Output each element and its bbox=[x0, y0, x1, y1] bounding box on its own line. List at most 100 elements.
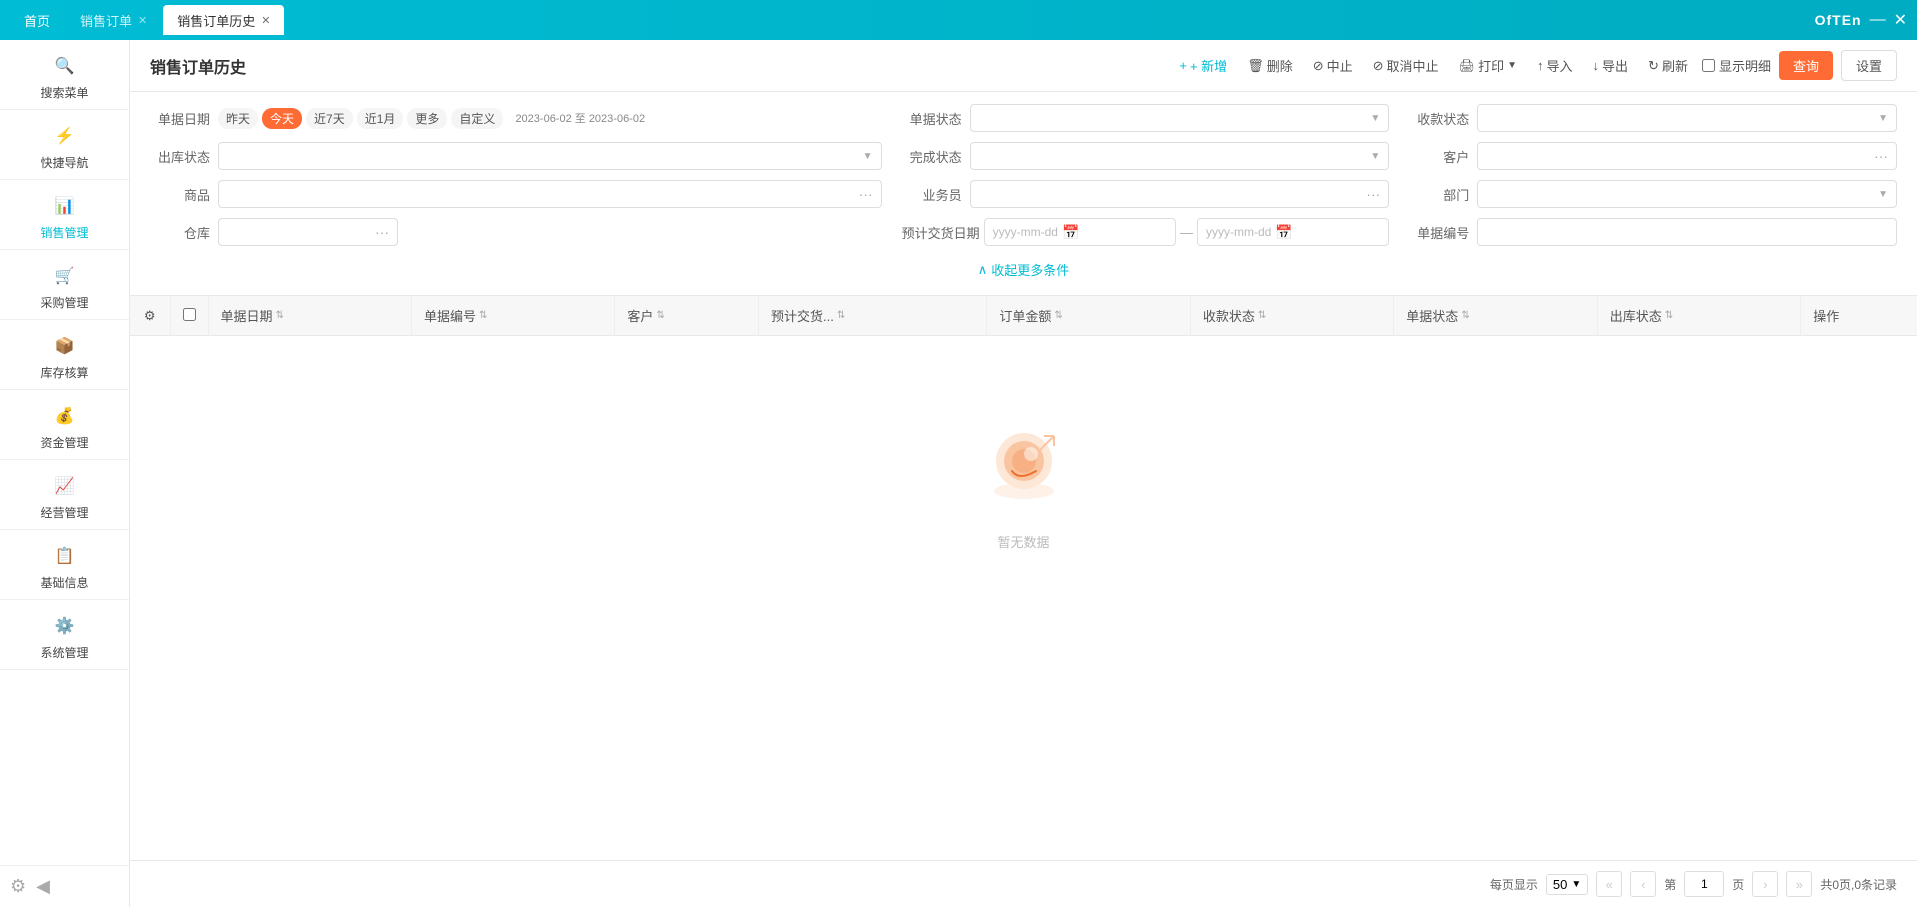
th-date[interactable]: 单据日期 ⇅ bbox=[208, 296, 411, 336]
select-all-checkbox[interactable] bbox=[183, 308, 196, 321]
prev-page-btn[interactable]: ‹ bbox=[1630, 871, 1656, 897]
stop-button[interactable]: ⊘ 中止 bbox=[1307, 53, 1359, 78]
order-status-select[interactable]: ▼ bbox=[970, 104, 1390, 132]
th-customer[interactable]: 客户 ⇅ bbox=[615, 296, 759, 336]
salesperson-label: 业务员 bbox=[902, 185, 962, 204]
sidebar-item-purchase-mgmt[interactable]: 🛒 采购管理 bbox=[0, 250, 129, 320]
customer-label: 客户 bbox=[1409, 147, 1469, 166]
filter-complete-status: 完成状态 ▼ bbox=[882, 142, 1390, 170]
th-receipt-status[interactable]: 收款状态 ⇅ bbox=[1190, 296, 1393, 336]
filter-panel: 单据日期 昨天 今天 近7天 近1月 更多 自定义 2023-06-02 至 2… bbox=[130, 92, 1917, 296]
sys-mgmt-icon: ⚙️ bbox=[51, 612, 79, 640]
warehouse-dots: ··· bbox=[375, 224, 389, 240]
th-actions: 操作 bbox=[1801, 296, 1917, 336]
date-tab-yesterday[interactable]: 昨天 bbox=[218, 108, 258, 129]
complete-status-select[interactable]: ▼ bbox=[970, 142, 1390, 170]
th-outbound-status[interactable]: 出库状态 ⇅ bbox=[1597, 296, 1800, 336]
tab-home[interactable]: 首页 bbox=[10, 5, 64, 35]
delete-label: 删除 bbox=[1267, 56, 1293, 75]
delivery-sort-icon: ⇅ bbox=[837, 310, 845, 321]
content-body: ⚙ 单据日期 ⇅ bbox=[130, 296, 1917, 907]
page-size-select[interactable]: 50 ▼ bbox=[1546, 874, 1588, 895]
delivery-date-end[interactable]: yyyy-mm-dd 📅 bbox=[1197, 218, 1389, 246]
sidebar-label-base-info: 基础信息 bbox=[40, 574, 88, 591]
cancel-stop-icon: ⊘ bbox=[1373, 58, 1384, 74]
customer-input[interactable]: ··· bbox=[1477, 142, 1897, 170]
outbound-status-chevron: ▼ bbox=[863, 151, 873, 162]
cancel-stop-button[interactable]: ⊘ 取消中止 bbox=[1367, 53, 1445, 78]
outbound-status-select[interactable]: ▼ bbox=[218, 142, 882, 170]
table-settings-icon[interactable]: ⚙ bbox=[144, 308, 156, 323]
date-tab-more[interactable]: 更多 bbox=[407, 108, 447, 129]
tab-sales-order-history[interactable]: 销售订单历史 ✕ bbox=[163, 5, 284, 35]
sidebar-item-quick-nav[interactable]: ⚡ 快捷导航 bbox=[0, 110, 129, 180]
sidebar-item-capital-mgmt[interactable]: 💰 资金管理 bbox=[0, 390, 129, 460]
last-page-btn[interactable]: » bbox=[1786, 871, 1812, 897]
sidebar-item-ops-mgmt[interactable]: 📈 经营管理 bbox=[0, 460, 129, 530]
th-customer-label: 客户 bbox=[627, 306, 653, 325]
amount-sort-icon: ⇅ bbox=[1054, 310, 1062, 321]
window-minimize[interactable]: — bbox=[1870, 11, 1886, 29]
print-button[interactable]: 🖨 打印 ▼ bbox=[1453, 53, 1523, 78]
product-input[interactable]: ··· bbox=[218, 180, 882, 208]
date-tab-custom[interactable]: 自定义 bbox=[451, 108, 503, 129]
th-settings[interactable]: ⚙ bbox=[130, 296, 170, 336]
sidebar-item-search-menu[interactable]: 🔍 搜索菜单 bbox=[0, 40, 129, 110]
delivery-date-start[interactable]: yyyy-mm-dd 📅 bbox=[984, 218, 1176, 246]
sidebar-item-inventory[interactable]: 📦 库存核算 bbox=[0, 320, 129, 390]
sidebar-item-base-info[interactable]: 📋 基础信息 bbox=[0, 530, 129, 600]
dept-select[interactable]: ▼ bbox=[1477, 180, 1897, 208]
order-no-input[interactable] bbox=[1477, 218, 1897, 246]
refresh-button[interactable]: ↻ 刷新 bbox=[1642, 53, 1694, 78]
show-detail-toggle[interactable]: 显示明细 bbox=[1702, 56, 1771, 75]
page-number-input[interactable] bbox=[1684, 871, 1724, 897]
sidebar-collapse-btn[interactable]: ◀ bbox=[36, 876, 50, 897]
customer-sort-icon: ⇅ bbox=[656, 310, 664, 321]
filter-receipt-status: 收款状态 ▼ bbox=[1389, 104, 1897, 132]
inventory-icon: 📦 bbox=[51, 332, 79, 360]
sidebar-item-sys-mgmt[interactable]: ⚙️ 系统管理 bbox=[0, 600, 129, 670]
page-size-chevron: ▼ bbox=[1571, 879, 1581, 890]
date-label: 单据日期 bbox=[150, 109, 210, 128]
add-icon: + bbox=[1179, 58, 1187, 73]
th-check[interactable] bbox=[170, 296, 208, 336]
sidebar-item-sales-mgmt[interactable]: 📊 销售管理 bbox=[0, 180, 129, 250]
first-page-btn[interactable]: « bbox=[1596, 871, 1622, 897]
th-order-status[interactable]: 单据状态 ⇅ bbox=[1394, 296, 1597, 336]
delivery-date-label: 预计交货日期 bbox=[902, 223, 980, 242]
warehouse-input[interactable]: ··· bbox=[218, 218, 398, 246]
tab-sales-order-close[interactable]: ✕ bbox=[138, 14, 147, 27]
purchase-mgmt-icon: 🛒 bbox=[51, 262, 79, 290]
order-no-sort-icon: ⇅ bbox=[479, 310, 487, 321]
filter-warehouse: 仓库 ··· bbox=[150, 218, 882, 246]
sidebar-settings-btn[interactable]: ⚙ bbox=[10, 876, 26, 897]
stop-icon: ⊘ bbox=[1313, 58, 1324, 74]
tab-sales-order-history-close[interactable]: ✕ bbox=[261, 14, 270, 27]
product-label: 商品 bbox=[150, 185, 210, 204]
add-button[interactable]: + + 新增 bbox=[1173, 53, 1233, 78]
export-button[interactable]: ↓ 导出 bbox=[1587, 53, 1635, 78]
receipt-status-select[interactable]: ▼ bbox=[1477, 104, 1897, 132]
th-delivery-date[interactable]: 预计交货... ⇅ bbox=[759, 296, 987, 336]
tab-sales-order-label: 销售订单 bbox=[80, 11, 132, 30]
collapse-row[interactable]: ∧ 收起更多条件 bbox=[150, 256, 1897, 283]
th-amount[interactable]: 订单金额 ⇅ bbox=[987, 296, 1190, 336]
delete-button[interactable]: 🗑 删除 bbox=[1241, 53, 1299, 78]
setting-button[interactable]: 设置 bbox=[1841, 50, 1897, 81]
date-tab-7days[interactable]: 近7天 bbox=[306, 108, 353, 129]
dept-label: 部门 bbox=[1409, 185, 1469, 204]
next-page-btn[interactable]: › bbox=[1752, 871, 1778, 897]
th-order-no[interactable]: 单据编号 ⇅ bbox=[411, 296, 614, 336]
show-detail-checkbox[interactable] bbox=[1702, 59, 1715, 72]
capital-mgmt-icon: 💰 bbox=[51, 402, 79, 430]
import-button[interactable]: ↑ 导入 bbox=[1531, 53, 1579, 78]
tab-sales-order[interactable]: 销售订单 ✕ bbox=[66, 5, 161, 35]
date-tab-today[interactable]: 今天 bbox=[262, 108, 302, 129]
query-button[interactable]: 查询 bbox=[1779, 51, 1833, 80]
salesperson-input[interactable]: ··· bbox=[970, 180, 1390, 208]
page-label: 第 bbox=[1664, 876, 1676, 893]
filter-row-3: 商品 ··· 业务员 ··· 部门 bbox=[150, 180, 1897, 208]
complete-status-label: 完成状态 bbox=[902, 147, 962, 166]
date-tab-1month[interactable]: 近1月 bbox=[357, 108, 404, 129]
window-close-icon[interactable]: ✕ bbox=[1894, 10, 1907, 30]
